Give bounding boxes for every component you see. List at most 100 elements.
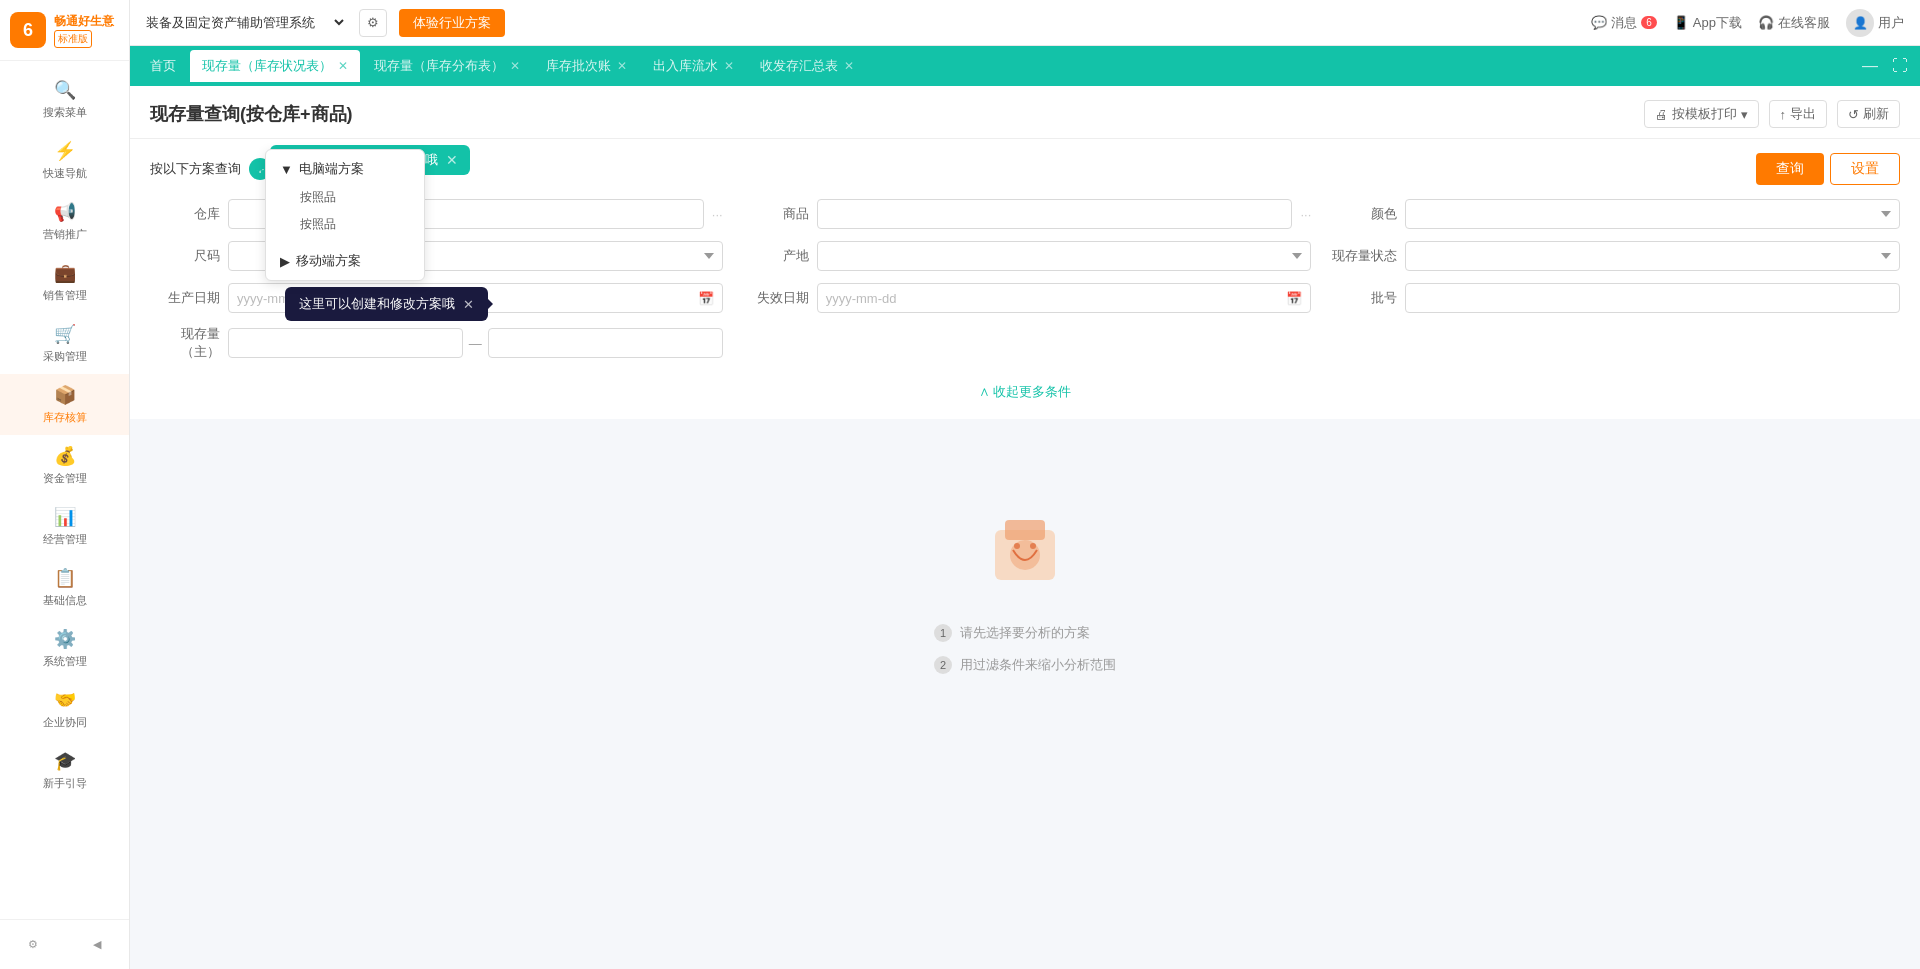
export-btn[interactable]: ↑ 导出	[1769, 100, 1828, 128]
calendar-icon-start: 📅	[698, 291, 714, 306]
sidebar-item-sales[interactable]: 💼 销售管理	[0, 252, 129, 313]
filter-row-color: 颜色	[1327, 199, 1900, 229]
expire-date-range: yyyy-mm-dd 📅	[817, 283, 1312, 313]
sidebar-item-purchase[interactable]: 🛒 采购管理	[0, 313, 129, 374]
sidebar-logo: 6 畅通好生意 标准版	[0, 0, 129, 61]
tree-collapse-icon: ▶	[280, 254, 290, 269]
stock-max-input[interactable]	[488, 328, 723, 358]
connector-dot	[254, 161, 264, 171]
basic-info-icon: 📋	[54, 567, 76, 589]
sales-icon: 💼	[54, 262, 76, 284]
reset-btn[interactable]: 设置	[1830, 153, 1900, 185]
goods-label: 商品	[739, 205, 809, 223]
user-menu[interactable]: 👤 用户	[1846, 9, 1904, 37]
filter-row-stock-main: 现存量（主） —	[150, 325, 723, 361]
empty-tip-1: 1 请先选择要分析的方案	[934, 620, 1116, 646]
tab-minimize-btn[interactable]: —	[1858, 54, 1882, 78]
edit-tooltip-arrow	[488, 299, 498, 309]
empty-state: 1 请先选择要分析的方案 2 用过滤条件来缩小分析范围	[130, 420, 1920, 758]
cooperation-icon: 🤝	[54, 689, 76, 711]
quicknav-icon: ⚡	[54, 140, 76, 162]
refresh-btn[interactable]: ↺ 刷新	[1837, 100, 1900, 128]
sidebar-item-inventory[interactable]: 📦 库存核算	[0, 374, 129, 435]
sidebar-item-cooperation[interactable]: 🤝 企业协同	[0, 679, 129, 740]
print-btn[interactable]: 🖨 按模板打印 ▾	[1644, 100, 1759, 128]
svg-point-3	[1014, 543, 1020, 549]
inventory-icon: 📦	[54, 384, 76, 406]
sidebar-collapse-btn[interactable]: ◀	[88, 930, 106, 959]
tab-flow[interactable]: 出入库流水 ✕	[641, 50, 746, 82]
operations-icon: 📊	[54, 506, 76, 528]
tab-summary[interactable]: 收发存汇总表 ✕	[748, 50, 866, 82]
filter-row-stock-status: 现存量状态	[1327, 241, 1900, 271]
tab-close-flow[interactable]: ✕	[724, 59, 734, 73]
filter-label: 按以下方案查询	[150, 160, 241, 178]
stock-status-select[interactable]	[1405, 241, 1900, 271]
goods-dots[interactable]: ···	[1300, 207, 1311, 222]
tree-child-1[interactable]: 按照品	[286, 184, 424, 211]
app-download-btn[interactable]: 📱 App下载	[1673, 14, 1742, 32]
sidebar-item-system[interactable]: ⚙️ 系统管理	[0, 618, 129, 679]
sidebar-item-marketing[interactable]: 📢 营销推广	[0, 191, 129, 252]
gear-icon: ⚙	[367, 15, 379, 30]
edit-tooltip-close[interactable]: ✕	[463, 297, 474, 312]
tab-fullscreen-btn[interactable]: ⛶	[1888, 54, 1912, 78]
refresh-icon: ↺	[1848, 107, 1859, 122]
page-header: 现存量查询(按仓库+商品) 🖨 按模板打印 ▾ ↑ 导出 ↺ 刷新	[130, 86, 1920, 139]
tab-batch-account[interactable]: 库存批次账 ✕	[534, 50, 639, 82]
main-area: 装备及固定资产辅助管理系统 ⚙ 体验行业方案 💬 消息 6 📱 App下载	[130, 0, 1920, 969]
warehouse-label: 仓库	[150, 205, 220, 223]
tree-child-2[interactable]: 按照品	[286, 211, 424, 238]
tab-close-summary[interactable]: ✕	[844, 59, 854, 73]
sidebar-item-search[interactable]: 🔍 搜索菜单	[0, 69, 129, 130]
warehouse-dots[interactable]: ···	[712, 207, 723, 222]
origin-select[interactable]	[817, 241, 1312, 271]
collapse-icon: ◀	[93, 938, 101, 951]
collapse-bar[interactable]: ∧ 收起更多条件	[150, 373, 1900, 405]
goods-input[interactable]	[817, 199, 1293, 229]
tree-desktop-header[interactable]: ▼ 电脑端方案	[266, 154, 424, 184]
online-support-btn[interactable]: 🎧 在线客服	[1758, 14, 1830, 32]
tab-home[interactable]: 首页	[138, 50, 188, 82]
sidebar-item-operations[interactable]: 📊 经营管理	[0, 496, 129, 557]
phone-icon: 📱	[1673, 15, 1689, 30]
tab-inventory-status[interactable]: 现存量（库存状况表） ✕	[190, 50, 360, 82]
sidebar: 6 畅通好生意 标准版 🔍 搜索菜单 ⚡ 快速导航 📢 营销推广 💼 销售管理	[0, 0, 130, 969]
sidebar-settings-btn[interactable]: ⚙	[23, 930, 43, 959]
tree-mobile-header[interactable]: ▶ 移动端方案	[266, 246, 424, 276]
size-label: 尺码	[150, 247, 220, 265]
sidebar-item-basic-info[interactable]: 📋 基础信息	[0, 557, 129, 618]
tab-close-inventory-distribution[interactable]: ✕	[510, 59, 520, 73]
collapse-arrow-icon: ∧	[979, 384, 990, 399]
tab-close-batch-account[interactable]: ✕	[617, 59, 627, 73]
topbar: 装备及固定资产辅助管理系统 ⚙ 体验行业方案 💬 消息 6 📱 App下载	[130, 0, 1920, 46]
message-icon: 💬	[1591, 15, 1607, 30]
tab-inventory-distribution[interactable]: 现存量（库存分布表） ✕	[362, 50, 532, 82]
tab-close-inventory-status[interactable]: ✕	[338, 59, 348, 73]
sidebar-item-finance[interactable]: 💰 资金管理	[0, 435, 129, 496]
query-btn[interactable]: 查询	[1756, 153, 1824, 185]
expire-date-input[interactable]: yyyy-mm-dd 📅	[817, 283, 1312, 313]
scheme-tooltip-close[interactable]: ✕	[446, 152, 458, 168]
tab-bar: 首页 现存量（库存状况表） ✕ 现存量（库存分布表） ✕ 库存批次账 ✕ 出入库…	[130, 46, 1920, 86]
tree-desktop-children: 按照品 按照品	[266, 184, 424, 238]
sidebar-item-quicknav[interactable]: ⚡ 快速导航	[0, 130, 129, 191]
color-select[interactable]	[1405, 199, 1900, 229]
headset-icon: 🎧	[1758, 15, 1774, 30]
tree-mobile-section: ▶ 移动端方案	[266, 242, 424, 280]
edit-tooltip: 这里可以创建和修改方案哦 ✕	[285, 287, 488, 321]
stock-min-input[interactable]	[228, 328, 463, 358]
message-btn[interactable]: 💬 消息 6	[1591, 14, 1657, 32]
sidebar-item-newbie[interactable]: 🎓 新手引导	[0, 740, 129, 801]
experience-btn[interactable]: 体验行业方案	[399, 9, 505, 37]
logo-text: 畅通好生意 标准版	[54, 13, 114, 48]
filter-row-batch: 批号	[1327, 283, 1900, 313]
system-select[interactable]	[327, 14, 347, 31]
sidebar-nav: 🔍 搜索菜单 ⚡ 快速导航 📢 营销推广 💼 销售管理 🛒 采购管理 📦	[0, 61, 129, 919]
topbar-settings-btn[interactable]: ⚙	[359, 9, 387, 37]
calendar-icon-expire: 📅	[1286, 291, 1302, 306]
batch-input[interactable]	[1405, 283, 1900, 313]
page-title: 现存量查询(按仓库+商品)	[150, 102, 353, 126]
topbar-left: 装备及固定资产辅助管理系统 ⚙ 体验行业方案	[146, 9, 505, 37]
print-dropdown-icon: ▾	[1741, 107, 1748, 122]
